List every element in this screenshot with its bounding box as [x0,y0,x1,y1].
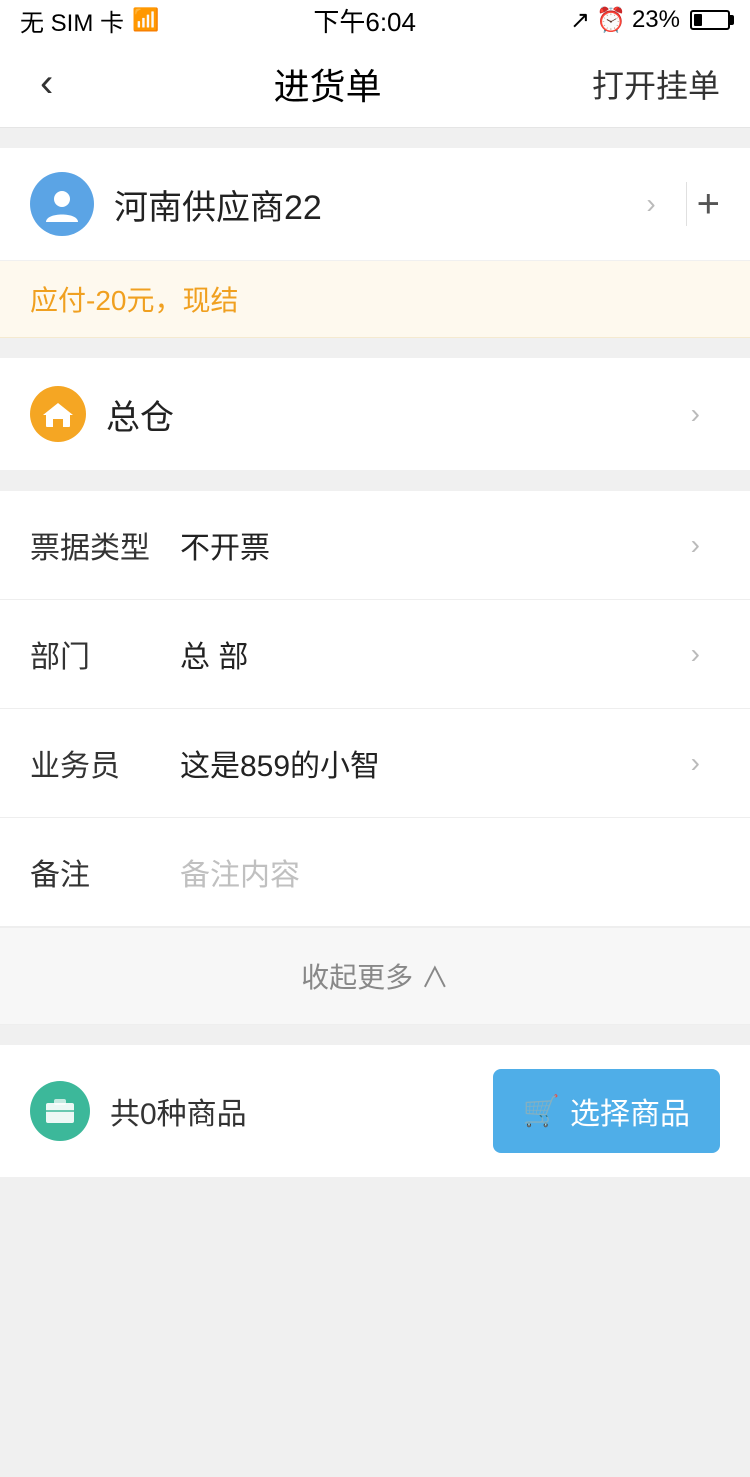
warehouse-section: 总仓 › [0,358,750,471]
supplier-chevron-icon: › [646,188,655,220]
salesperson-chevron-icon: › [691,747,700,779]
supplier-name: 河南供应商22 [114,180,646,229]
product-svg [42,1093,78,1129]
invoice-type-row[interactable]: 票据类型 不开票 › [0,491,750,600]
alarm-icon: ⏰ [596,6,626,35]
wifi-icon: 📶 [132,7,159,33]
department-row[interactable]: 部门 总 部 › [0,600,750,709]
collapse-toggle[interactable]: 收起更多 ∧ [0,927,750,1025]
remark-label: 备注 [30,850,170,894]
product-count-label: 共0种商品 [110,1089,493,1133]
invoice-type-value: 不开票 [170,523,691,567]
salesperson-label: 业务员 [30,741,170,785]
notice-bar: 应付-20元，现结 [0,261,750,338]
warehouse-name: 总仓 [106,390,691,439]
bottom-gap [0,1025,750,1045]
section-gap-3 [0,471,750,491]
supplier-row[interactable]: 河南供应商22 › + [0,148,750,261]
form-section: 票据类型 不开票 › 部门 总 部 › 业务员 这是859的小智 › 备注 备注… [0,491,750,1025]
remark-row[interactable]: 备注 备注内容 [0,818,750,927]
salesperson-value: 这是859的小智 [170,741,691,785]
section-gap-2 [0,338,750,358]
remaining-space [0,1177,750,1477]
warehouse-chevron-icon: › [691,398,700,430]
warehouse-row[interactable]: 总仓 › [0,358,750,471]
section-gap-1 [0,128,750,148]
select-goods-button[interactable]: 🛒 选择商品 [493,1069,720,1153]
department-value: 总 部 [170,632,691,676]
product-icon [30,1081,90,1141]
avatar-icon [42,184,82,224]
carrier-label: 无 SIM 卡 [20,3,124,38]
department-label: 部门 [30,632,170,676]
page-title: 进货单 [274,58,382,110]
status-left: 无 SIM 卡 📶 [20,3,159,38]
supplier-section: 河南供应商22 › + 应付-20元，现结 [0,148,750,338]
select-goods-label: 选择商品 [570,1089,690,1133]
warehouse-icon [30,386,86,442]
salesperson-row[interactable]: 业务员 这是859的小智 › [0,709,750,818]
supplier-avatar [30,172,94,236]
nav-bar: ‹ 进货单 打开挂单 [0,40,750,128]
vertical-divider [686,182,687,226]
back-button[interactable]: ‹ [30,51,63,116]
status-bar: 无 SIM 卡 📶 下午6:04 ↗ ⏰ 23% [0,0,750,40]
collapse-toggle-label: 收起更多 ∧ [301,956,449,996]
invoice-type-chevron-icon: › [691,529,700,561]
invoice-type-label: 票据类型 [30,523,170,567]
battery-percent: 23% [632,6,680,34]
remark-input[interactable]: 备注内容 [170,850,720,894]
status-right: ↗ ⏰ 23% [570,6,730,35]
notice-text: 应付-20元，现结 [30,285,238,316]
open-pending-button[interactable]: 打开挂单 [592,61,720,107]
location-icon: ↗ [570,6,590,35]
add-supplier-button[interactable]: + [697,182,720,227]
department-chevron-icon: › [691,638,700,670]
warehouse-svg [41,397,75,431]
time-label: 下午6:04 [313,2,416,39]
battery-icon [690,10,730,30]
product-bar: 共0种商品 🛒 选择商品 [0,1045,750,1177]
select-goods-icon: 🛒 [523,1094,560,1129]
